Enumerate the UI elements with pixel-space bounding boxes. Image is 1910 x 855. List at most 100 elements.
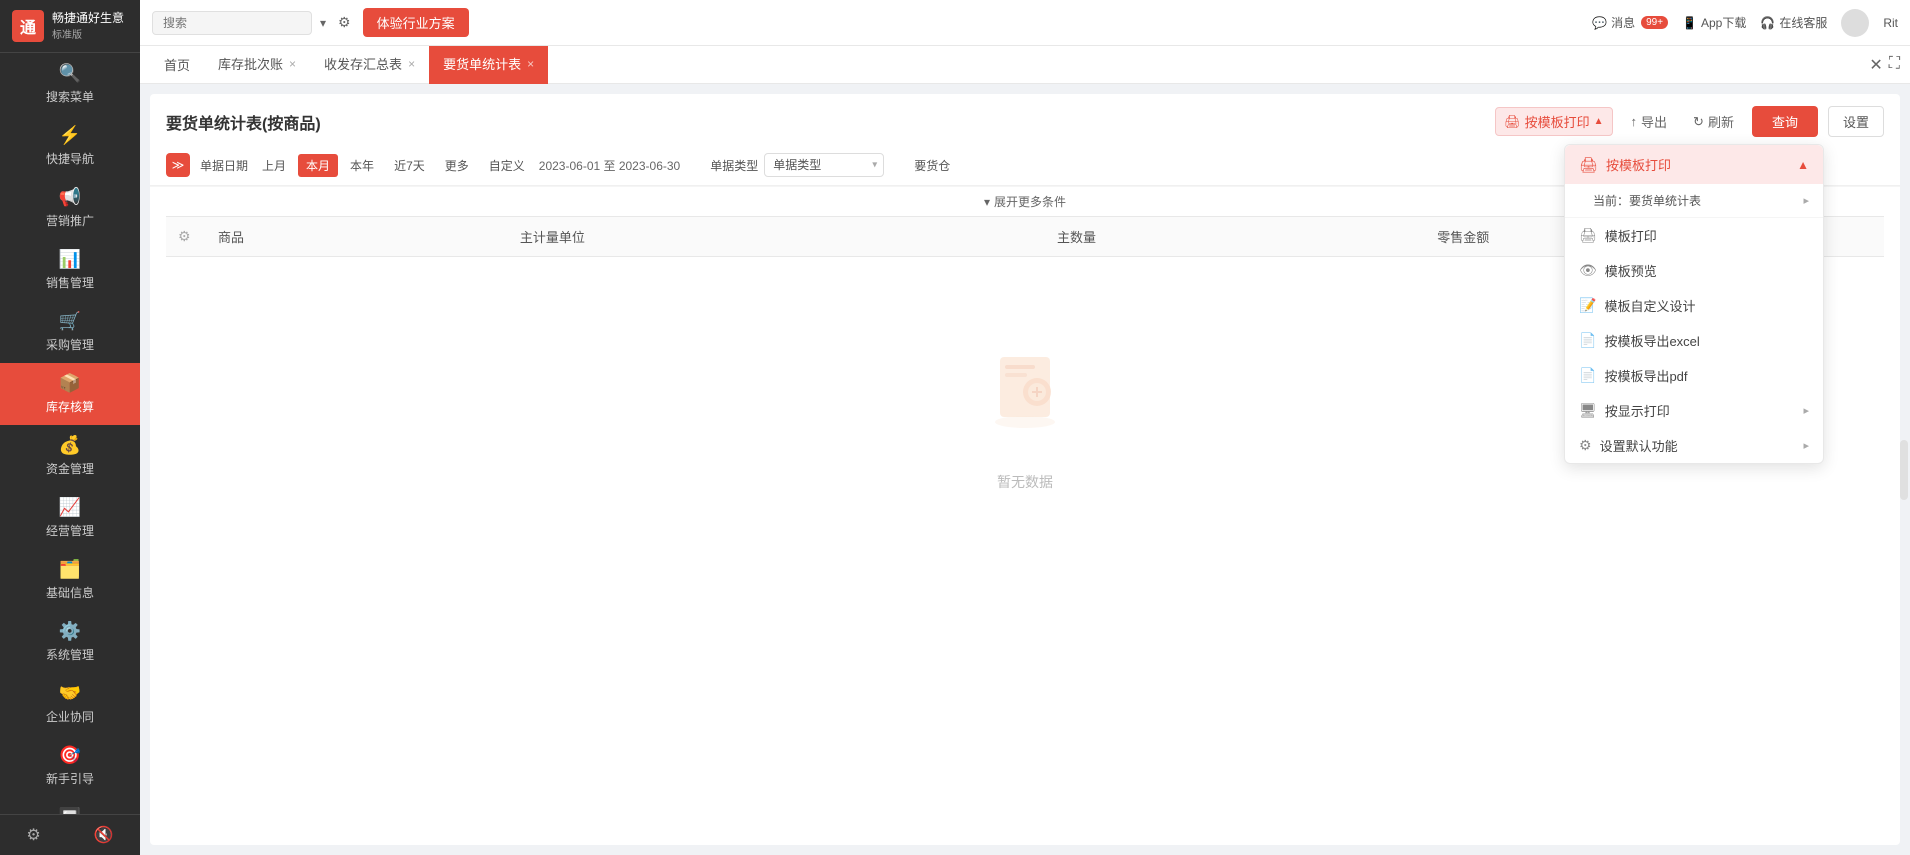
app-logo-text: 畅捷通好生意 标准版 <box>52 11 124 42</box>
tab-close-icon[interactable]: × <box>408 57 415 71</box>
tab-close-active-icon[interactable]: × <box>527 57 534 71</box>
quick-nav-icon: ⚡ <box>59 125 81 146</box>
sidebar-item-purchase[interactable]: 🛒 采购管理 <box>0 301 140 363</box>
app-download-item[interactable]: 📱 App下载 <box>1682 14 1746 31</box>
sidebar-item-quick-nav[interactable]: ⚡ 快捷导航 <box>0 115 140 177</box>
date-opt-more[interactable]: 更多 <box>437 154 477 177</box>
sidebar-item-label: 资金管理 <box>46 460 94 477</box>
design-icon: 📝 <box>1579 297 1596 314</box>
filter-expand-icon[interactable]: ≫ <box>166 153 190 177</box>
app-download-label: App下载 <box>1701 14 1746 31</box>
date-range-display: 2023-06-01 至 2023-06-30 <box>539 157 680 174</box>
dropdown-item-label: 模板打印 <box>1605 226 1657 245</box>
col-settings: ⚙ <box>166 217 206 257</box>
filter-date-label: 单据日期 <box>200 157 248 174</box>
date-opt-this-month[interactable]: 本月 <box>298 154 338 177</box>
tab-label: 要货单统计表 <box>443 54 521 73</box>
printer-icon: 🖨 <box>1504 114 1521 130</box>
collab-icon: 🤝 <box>59 683 81 704</box>
sidebar-item-label: 销售管理 <box>46 274 94 291</box>
app-subtitle: 标准版 <box>52 26 124 41</box>
dropdown-item-export-excel[interactable]: 📄 按模板导出excel <box>1565 323 1823 358</box>
dropdown-item-label: 模板预览 <box>1605 261 1657 280</box>
finance-icon: 💰 <box>59 435 81 456</box>
topbar-dropdown-arrow[interactable]: ▾ <box>320 16 326 30</box>
messages-item[interactable]: 💬 消息 99+ <box>1592 14 1668 31</box>
date-opt-this-year[interactable]: 本年 <box>342 154 382 177</box>
tab-close-icon[interactable]: × <box>289 57 296 71</box>
dropdown-collapse-icon[interactable]: ▲ <box>1797 158 1809 172</box>
tab-maximize-icon[interactable]: ⛶ <box>1889 55 1900 75</box>
dropdown-header[interactable]: 🖨 按模板打印 ▲ <box>1565 145 1823 184</box>
dropdown-item-template-custom[interactable]: 📝 模板自定义设计 <box>1565 288 1823 323</box>
dropdown-item-label: 模板自定义设计 <box>1604 296 1695 315</box>
sidebar-item-apps[interactable]: 🔲 应用中心 <box>0 797 140 814</box>
sidebar-item-sales[interactable]: 📊 销售管理 <box>0 239 140 301</box>
scroll-indicator[interactable] <box>1900 440 1908 500</box>
topbar: ▾ ⚙ 体验行业方案 💬 消息 99+ 📱 App下载 🎧 在线客服 Rit <box>140 0 1910 46</box>
sidebar-item-collab[interactable]: 🤝 企业协同 <box>0 673 140 735</box>
tab-order-stats[interactable]: 要货单统计表 × <box>429 46 548 84</box>
refresh-btn[interactable]: ↻ 刷新 <box>1685 108 1742 135</box>
sidebar-item-label: 快捷导航 <box>46 150 94 167</box>
table-col-settings-icon[interactable]: ⚙ <box>178 228 191 244</box>
filter-doc-type-select[interactable]: 单据类型 <box>764 153 884 177</box>
purchase-icon: 🛒 <box>59 311 81 332</box>
filter-doc-type-label: 单据类型 <box>710 157 758 174</box>
tab-batch-account[interactable]: 库存批次账 × <box>204 46 310 84</box>
dropdown-item-template-print[interactable]: 🖨 模板打印 <box>1565 218 1823 253</box>
tabs-expand: ✕ ⛶ <box>1869 55 1910 75</box>
sidebar-item-label: 新手引导 <box>46 770 94 787</box>
date-opt-custom[interactable]: 自定义 <box>481 154 533 177</box>
query-button[interactable]: 查询 <box>1752 106 1818 137</box>
gear-small-icon: ⚙ <box>1579 437 1592 454</box>
dropdown-group-default-func[interactable]: ⚙ 设置默认功能 ▸ <box>1565 428 1823 463</box>
system-icon: ⚙️ <box>59 621 81 642</box>
dropdown-title: 按模板打印 <box>1606 155 1671 174</box>
sidebar-item-basic[interactable]: 🗂️ 基础信息 <box>0 549 140 611</box>
sidebar-item-system[interactable]: ⚙️ 系统管理 <box>0 611 140 673</box>
user-avatar[interactable] <box>1841 9 1869 37</box>
dropdown-current-item[interactable]: 当前：要货单统计表 ▸ <box>1565 184 1823 217</box>
sidebar-item-label: 库存核算 <box>46 398 94 415</box>
settings-footer-icon[interactable]: ⚙ <box>26 825 40 845</box>
dropdown-group-label: 按显示打印 <box>1605 401 1670 420</box>
sidebar-item-finance[interactable]: 💰 资金管理 <box>0 425 140 487</box>
preview-icon: 👁 <box>1579 262 1597 279</box>
operation-icon: 📈 <box>59 497 81 518</box>
filter-date-options: 上月 本月 本年 近7天 更多 自定义 <box>254 154 533 177</box>
dropdown-current-arrow: ▸ <box>1803 194 1809 207</box>
topbar-gear-icon[interactable]: ⚙ <box>338 14 351 31</box>
dropdown-item-template-preview[interactable]: 👁 模板预览 <box>1565 253 1823 288</box>
pdf-icon: 📄 <box>1579 367 1596 384</box>
tab-label: 收发存汇总表 <box>324 54 402 73</box>
sidebar-item-marketing[interactable]: 📢 营销推广 <box>0 177 140 239</box>
dropdown-group-display-print[interactable]: 🖥 按显示打印 ▸ <box>1565 393 1823 428</box>
sidebar-logo: 通 畅捷通好生意 标准版 <box>0 0 140 53</box>
topbar-right: 💬 消息 99+ 📱 App下载 🎧 在线客服 Rit <box>1592 9 1898 37</box>
trial-btn[interactable]: 体验行业方案 <box>363 8 469 37</box>
online-service-item[interactable]: 🎧 在线客服 <box>1760 14 1827 31</box>
sidebar-item-search[interactable]: 🔍 搜索菜单 <box>0 53 140 115</box>
empty-state-text: 暂无数据 <box>997 472 1053 492</box>
sidebar-item-operation[interactable]: 📈 经营管理 <box>0 487 140 549</box>
page-title: 要货单统计表(按商品) <box>166 110 321 134</box>
sidebar-item-inventory[interactable]: 📦 库存核算 <box>0 363 140 425</box>
dropdown-item-export-pdf[interactable]: 📄 按模板导出pdf <box>1565 358 1823 393</box>
sidebar-item-label: 采购管理 <box>46 336 94 353</box>
filter-doc-type-group: 单据类型 单据类型 ▾ <box>710 153 884 177</box>
sidebar-item-guide[interactable]: 🎯 新手引导 <box>0 735 140 797</box>
page-header-actions: 🖨 按模板打印 ▲ ↑ 导出 ↻ 刷新 查询 设置 <box>1495 106 1884 137</box>
audio-footer-icon[interactable]: 🔇 <box>94 825 114 845</box>
topbar-search-input[interactable] <box>152 11 312 35</box>
export-btn[interactable]: ↑ 导出 <box>1623 108 1676 135</box>
template-print-btn[interactable]: 🖨 按模板打印 ▲ <box>1495 107 1612 136</box>
settings-button[interactable]: 设置 <box>1828 106 1884 137</box>
export-label: 导出 <box>1641 112 1667 131</box>
date-opt-last-month[interactable]: 上月 <box>254 154 294 177</box>
tab-home[interactable]: 首页 <box>150 55 204 74</box>
date-opt-7days[interactable]: 近7天 <box>386 154 433 177</box>
tab-receivables[interactable]: 收发存汇总表 × <box>310 46 429 84</box>
printer-small-icon: 🖨 <box>1579 227 1597 244</box>
tab-close-all-icon[interactable]: ✕ <box>1869 55 1882 75</box>
